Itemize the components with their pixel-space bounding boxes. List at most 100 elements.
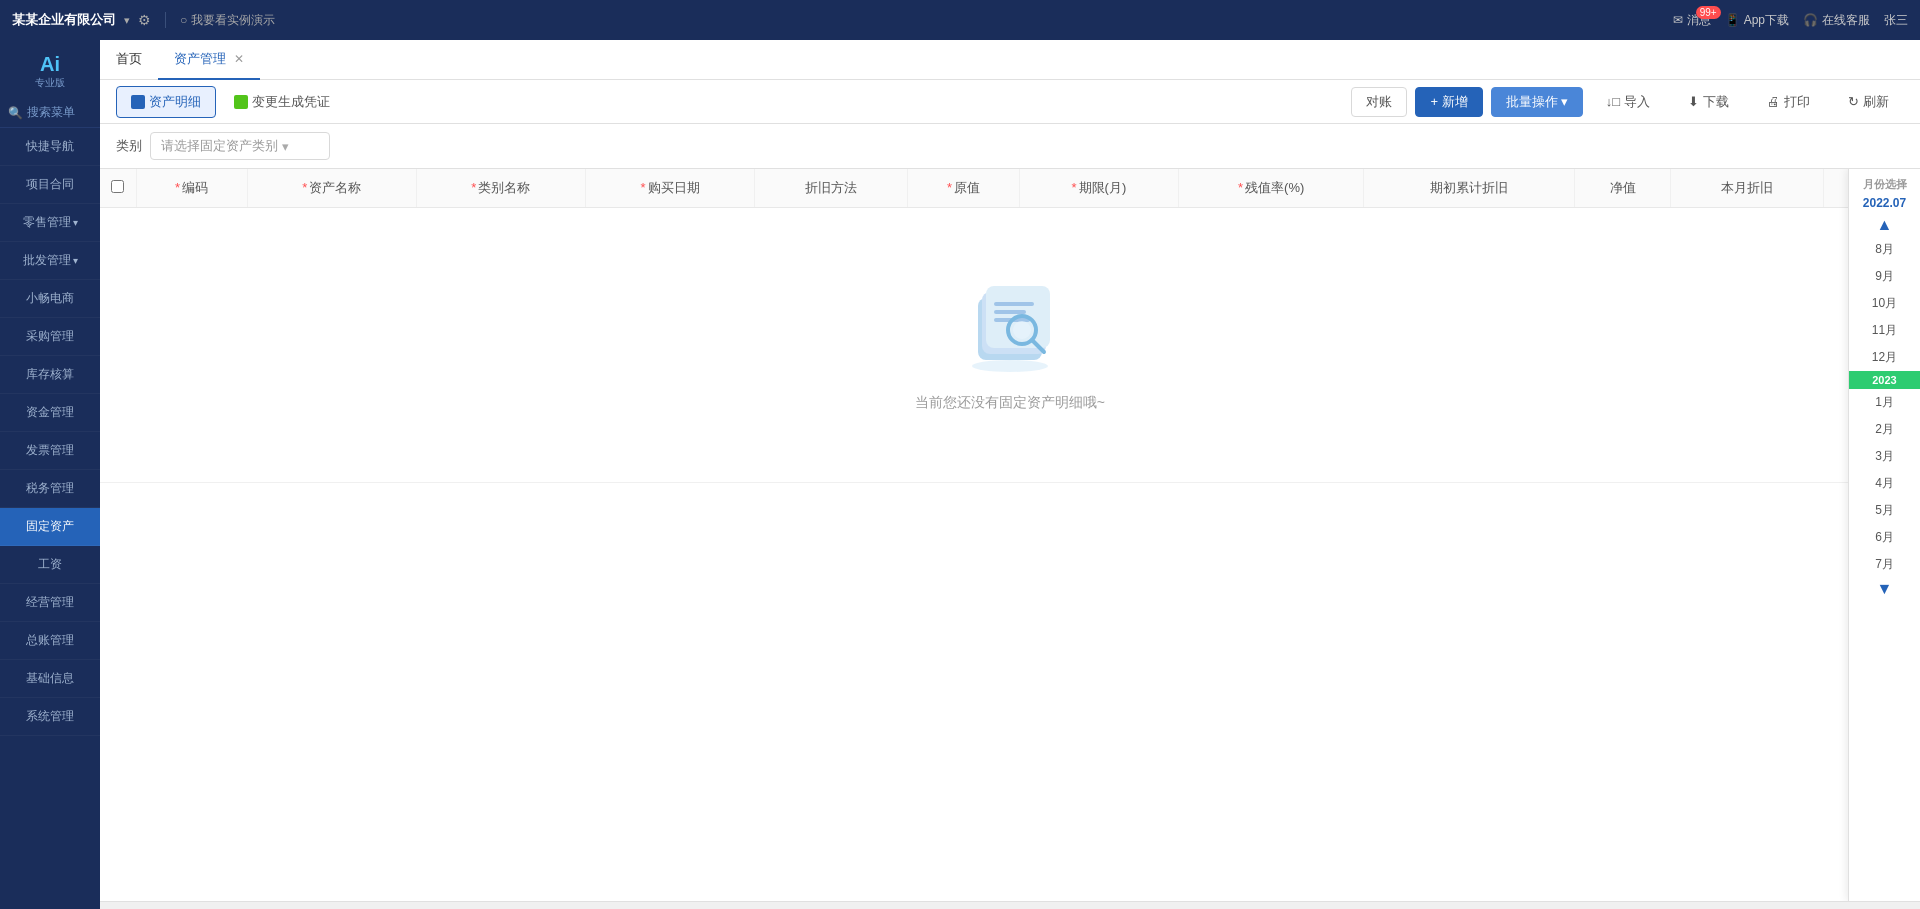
- content-area: 首页 资产管理 ✕ 资产明细 变更生成凭证 对账: [100, 40, 1920, 909]
- month-7-current[interactable]: 7月: [1849, 551, 1920, 578]
- chevron-down-icon: ▾: [1561, 94, 1568, 109]
- th-residual-rate: *残值率(%): [1179, 169, 1364, 208]
- chevron-down-icon: ▾: [73, 255, 78, 266]
- sidebar-item-system[interactable]: 系统管理: [0, 698, 100, 736]
- print-button[interactable]: 🖨 打印: [1752, 87, 1825, 117]
- add-button[interactable]: + 新增: [1415, 87, 1482, 117]
- top-bar-right: ✉ 消息 99+ 📱 App下载 🎧 在线客服 张三: [1673, 12, 1908, 29]
- th-purchase-date: *购买日期: [585, 169, 754, 208]
- month-4[interactable]: 4月: [1849, 470, 1920, 497]
- subtab-voucher[interactable]: 变更生成凭证: [220, 87, 344, 117]
- th-checkbox: [100, 169, 136, 208]
- month-panel: 月份选择 2022.07 ▲ 8月 9月 10月 11月 12月 2023 1月…: [1848, 169, 1920, 901]
- reconcile-button[interactable]: 对账: [1351, 87, 1407, 117]
- import-icon: ↓□: [1606, 94, 1620, 109]
- company-dropdown-icon[interactable]: ▾: [124, 14, 130, 27]
- month-9[interactable]: 9月: [1849, 263, 1920, 290]
- category-label: 类别: [116, 137, 142, 155]
- th-monthly-dep: 本月折旧: [1671, 169, 1824, 208]
- sidebar-item-project[interactable]: 项目合同: [0, 166, 100, 204]
- sidebar-item-finance[interactable]: 资金管理: [0, 394, 100, 432]
- headset-icon: 🎧: [1803, 13, 1818, 27]
- search-icon: 🔍: [8, 106, 23, 120]
- empty-state: 当前您还没有固定资产明细哦~: [108, 218, 1912, 472]
- phone-icon: 📱: [1725, 13, 1740, 27]
- tab-bar: 首页 资产管理 ✕: [100, 40, 1920, 80]
- import-button[interactable]: ↓□ 导入: [1591, 87, 1665, 117]
- category-select[interactable]: 请选择固定资产类别 ▾: [150, 132, 330, 160]
- category-placeholder: 请选择固定资产类别: [161, 137, 278, 155]
- month-8[interactable]: 8月: [1849, 236, 1920, 263]
- sidebar-item-retail[interactable]: 零售管理 ▾: [0, 204, 100, 242]
- top-bar: 某某企业有限公司 ▾ ⚙ ○ 我要看实例演示 ✉ 消息 99+ 📱 App下载 …: [0, 0, 1920, 40]
- user-name[interactable]: 张三: [1884, 12, 1908, 29]
- th-net-value: 净值: [1575, 169, 1671, 208]
- refresh-icon: ↻: [1848, 94, 1859, 109]
- sidebar-item-salary[interactable]: 工资: [0, 546, 100, 584]
- empty-text: 当前您还没有固定资产明细哦~: [915, 394, 1105, 412]
- download-button[interactable]: ⬇ 下载: [1673, 87, 1744, 117]
- demo-link[interactable]: ○ 我要看实例演示: [180, 12, 275, 29]
- sidebar-item-operations[interactable]: 经营管理: [0, 584, 100, 622]
- filter-toolbar: 类别 请选择固定资产类别 ▾: [100, 124, 1920, 169]
- logo-text: Ai: [8, 52, 92, 76]
- th-category: *类别名称: [416, 169, 585, 208]
- message-btn[interactable]: ✉ 消息 99+: [1673, 12, 1711, 29]
- tab-home[interactable]: 首页: [100, 40, 158, 80]
- sidebar: Ai 专业版 🔍 搜索菜单 快捷导航 项目合同 零售管理 ▾ 批发管理 ▾ 小畅…: [0, 40, 100, 909]
- sidebar-search[interactable]: 🔍 搜索菜单: [0, 98, 100, 128]
- month-3[interactable]: 3月: [1849, 443, 1920, 470]
- chevron-down-icon: ▾: [282, 139, 289, 154]
- main-layout: Ai 专业版 🔍 搜索菜单 快捷导航 项目合同 零售管理 ▾ 批发管理 ▾ 小畅…: [0, 40, 1920, 909]
- th-period: *期限(月): [1019, 169, 1178, 208]
- sidebar-item-inventory[interactable]: 库存核算: [0, 356, 100, 394]
- sidebar-item-basic[interactable]: 基础信息: [0, 660, 100, 698]
- month-12[interactable]: 12月: [1849, 344, 1920, 371]
- tab-assets[interactable]: 资产管理 ✕: [158, 40, 260, 80]
- sidebar-item-assets[interactable]: 固定资产: [0, 508, 100, 546]
- month-6[interactable]: 6月: [1849, 524, 1920, 551]
- online-service-btn[interactable]: 🎧 在线客服: [1803, 12, 1870, 29]
- table-wrap: *编码 *资产名称 *类别名称 *购买日期 折旧方法 *原值 *期限(月) *残…: [100, 169, 1920, 901]
- svg-point-0: [972, 360, 1048, 372]
- scrollbar-indicator: [100, 901, 1920, 909]
- company-name: 某某企业有限公司: [12, 11, 116, 29]
- subtab-detail[interactable]: 资产明细: [116, 86, 216, 118]
- svg-rect-5: [994, 310, 1026, 314]
- month-11[interactable]: 11月: [1849, 317, 1920, 344]
- sidebar-logo: Ai 专业版: [0, 40, 100, 98]
- month-10[interactable]: 10月: [1849, 290, 1920, 317]
- sidebar-item-wholesale[interactable]: 批发管理 ▾: [0, 242, 100, 280]
- month-2[interactable]: 2月: [1849, 416, 1920, 443]
- assets-table: *编码 *资产名称 *类别名称 *购买日期 折旧方法 *原值 *期限(月) *残…: [100, 169, 1920, 483]
- top-bar-left: 某某企业有限公司 ▾ ⚙ ○ 我要看实例演示: [12, 11, 1663, 29]
- month-down-icon[interactable]: ▼: [1869, 578, 1901, 600]
- table-header: *编码 *资产名称 *类别名称 *购买日期 折旧方法 *原值 *期限(月) *残…: [100, 169, 1920, 208]
- select-all-checkbox[interactable]: [111, 180, 124, 193]
- th-depreciation-method: 折旧方法: [755, 169, 908, 208]
- month-current-year[interactable]: 2022.07: [1863, 194, 1906, 214]
- settings-icon[interactable]: ⚙: [138, 12, 151, 28]
- sidebar-item-ledger[interactable]: 总账管理: [0, 622, 100, 660]
- divider: [165, 12, 166, 28]
- refresh-button[interactable]: ↻ 刷新: [1833, 87, 1904, 117]
- th-accumulated: 期初累计折旧: [1364, 169, 1575, 208]
- sidebar-item-purchase[interactable]: 采购管理: [0, 318, 100, 356]
- sidebar-item-invoice[interactable]: 发票管理: [0, 432, 100, 470]
- month-1[interactable]: 1月: [1849, 389, 1920, 416]
- sidebar-item-quick-nav[interactable]: 快捷导航: [0, 128, 100, 166]
- month-5[interactable]: 5月: [1849, 497, 1920, 524]
- sub-tabs: 资产明细 变更生成凭证 对账 + 新增 批量操作 ▾ ↓□ 导入: [100, 80, 1920, 124]
- doc-icon: [234, 95, 248, 109]
- table-body: 当前您还没有固定资产明细哦~: [100, 208, 1920, 483]
- sidebar-item-ecommerce[interactable]: 小畅电商: [0, 280, 100, 318]
- demo-icon: ○: [180, 13, 187, 27]
- th-name: *资产名称: [247, 169, 416, 208]
- batch-operation-button[interactable]: 批量操作 ▾: [1491, 87, 1583, 117]
- month-up-icon[interactable]: ▲: [1869, 214, 1901, 236]
- sidebar-item-tax[interactable]: 税务管理: [0, 470, 100, 508]
- app-download-btn[interactable]: 📱 App下载: [1725, 12, 1789, 29]
- toolbar-right: 对账 + 新增 批量操作 ▾ ↓□ 导入 ⬇ 下载 🖨: [1351, 87, 1904, 117]
- empty-state-cell: 当前您还没有固定资产明细哦~: [100, 208, 1920, 483]
- tab-close-icon[interactable]: ✕: [234, 52, 244, 66]
